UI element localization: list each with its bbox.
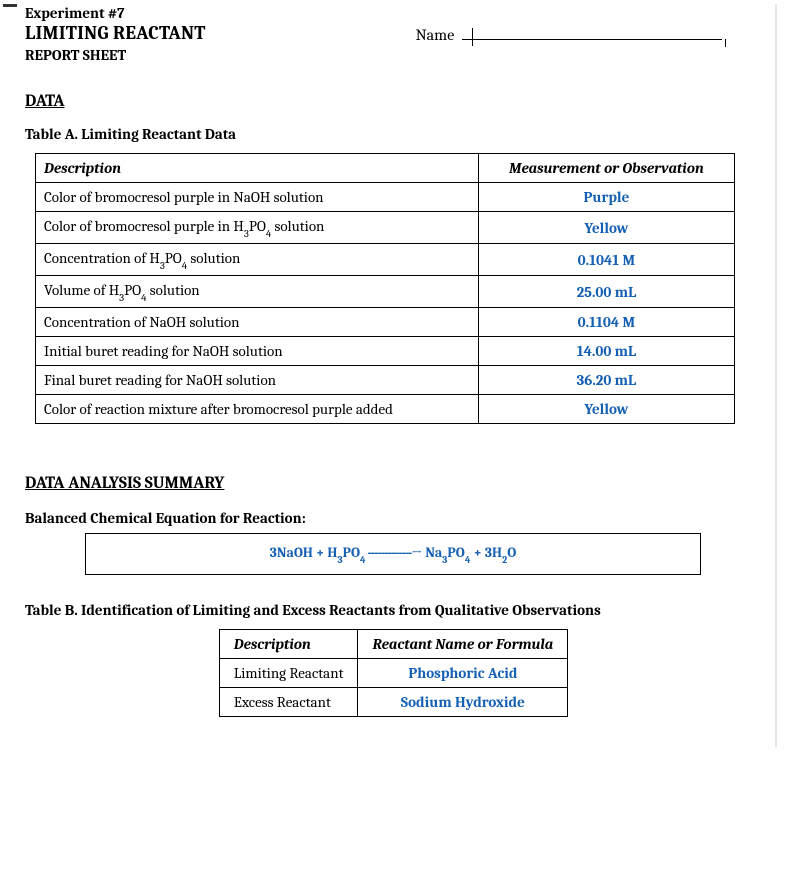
page-subtitle: REPORT SHEET bbox=[25, 46, 762, 64]
table-row: Concentration of H3PO4 solution 0.1041 M bbox=[36, 244, 735, 276]
eq-plus: + bbox=[470, 544, 484, 561]
cell-desc: Color of reaction mixture after bromocre… bbox=[36, 395, 479, 424]
table-row: Color of reaction mixture after bromocre… bbox=[36, 395, 735, 424]
table-b-caption: Table B. Identification of Limiting and … bbox=[25, 601, 762, 619]
name-input-line[interactable] bbox=[462, 39, 722, 40]
eq-coeff: 3 bbox=[485, 544, 492, 561]
cell-desc: Concentration of H3PO4 solution bbox=[36, 244, 479, 276]
cell-value: 14.00 mL bbox=[478, 337, 734, 366]
table-row: Color of bromocresol purple in NaOH solu… bbox=[36, 183, 735, 212]
table-b-header-row: Description Reactant Name or Formula bbox=[219, 629, 567, 658]
cell-value: 0.1104 M bbox=[478, 308, 734, 337]
experiment-number: Experiment #7 bbox=[25, 4, 762, 22]
table-a-head-meas: Measurement or Observation bbox=[478, 154, 734, 183]
cell-value: Yellow bbox=[478, 212, 734, 244]
header-row: LIMITING REACTANT Name bbox=[25, 22, 762, 44]
eq-species: PO bbox=[447, 544, 464, 561]
equation-box: 3NaOH + H3PO4 -------------→ Na3PO4 + 3H… bbox=[85, 533, 701, 575]
table-b-head-desc: Description bbox=[219, 629, 358, 658]
name-field-wrap: Name bbox=[416, 26, 723, 44]
table-a-header-row: Description Measurement or Observation bbox=[36, 154, 735, 183]
table-row: Concentration of NaOH solution 0.1104 M bbox=[36, 308, 735, 337]
section-data-heading: DATA bbox=[25, 92, 762, 111]
table-row: Color of bromocresol purple in H3PO4 sol… bbox=[36, 212, 735, 244]
cell-desc: Limiting Reactant bbox=[219, 658, 358, 687]
page-title: LIMITING REACTANT bbox=[25, 22, 206, 44]
table-b: Description Reactant Name or Formula Lim… bbox=[219, 629, 568, 717]
cell-desc: Color of bromocresol purple in H3PO4 sol… bbox=[36, 212, 479, 244]
eq-species: O bbox=[507, 544, 516, 561]
table-row: Final buret reading for NaOH solution 36… bbox=[36, 366, 735, 395]
equation-label: Balanced Chemical Equation for Reaction: bbox=[25, 509, 762, 527]
cell-value: Purple bbox=[478, 183, 734, 212]
name-line-wrap bbox=[462, 26, 722, 44]
eq-plus: + bbox=[313, 544, 327, 561]
table-a-caption: Table A. Limiting Reactant Data bbox=[25, 125, 762, 143]
cell-desc: Concentration of NaOH solution bbox=[36, 308, 479, 337]
cell-desc: Initial buret reading for NaOH solution bbox=[36, 337, 479, 366]
cell-desc: Excess Reactant bbox=[219, 687, 358, 716]
table-b-head-val: Reactant Name or Formula bbox=[358, 629, 568, 658]
eq-species: H bbox=[327, 544, 337, 561]
eq-arrow-dashes: ------------- bbox=[366, 544, 412, 561]
cell-desc: Volume of H3PO4 solution bbox=[36, 276, 479, 308]
table-row: Volume of H3PO4 solution 25.00 mL bbox=[36, 276, 735, 308]
cell-desc: Color of bromocresol purple in NaOH solu… bbox=[36, 183, 479, 212]
name-label: Name bbox=[416, 26, 455, 44]
text-cursor-icon bbox=[472, 28, 473, 46]
cell-value: 0.1041 M bbox=[478, 244, 734, 276]
table-a-head-desc: Description bbox=[36, 154, 479, 183]
eq-coeff: 3 bbox=[270, 544, 277, 561]
table-row: Excess Reactant Sodium Hydroxide bbox=[219, 687, 567, 716]
equation-text: 3NaOH + H3PO4 -------------→ Na3PO4 + 3H… bbox=[270, 544, 517, 561]
cell-value: Sodium Hydroxide bbox=[358, 687, 568, 716]
cell-value: 36.20 mL bbox=[478, 366, 734, 395]
table-row: Initial buret reading for NaOH solution … bbox=[36, 337, 735, 366]
cell-value: 25.00 mL bbox=[478, 276, 734, 308]
eq-species: NaOH bbox=[277, 544, 313, 561]
eq-species: Na bbox=[425, 544, 442, 561]
section-analysis-heading: DATA ANALYSIS SUMMARY bbox=[25, 474, 762, 493]
eq-species: PO bbox=[343, 544, 360, 561]
table-a: Description Measurement or Observation C… bbox=[35, 153, 735, 424]
report-sheet-page: Experiment #7 LIMITING REACTANT Name REP… bbox=[0, 4, 787, 747]
cell-desc: Final buret reading for NaOH solution bbox=[36, 366, 479, 395]
table-row: Limiting Reactant Phosphoric Acid bbox=[219, 658, 567, 687]
arrow-icon: → bbox=[411, 544, 425, 561]
cell-value: Phosphoric Acid bbox=[358, 658, 568, 687]
eq-species: H bbox=[492, 544, 502, 561]
cell-value: Yellow bbox=[478, 395, 734, 424]
